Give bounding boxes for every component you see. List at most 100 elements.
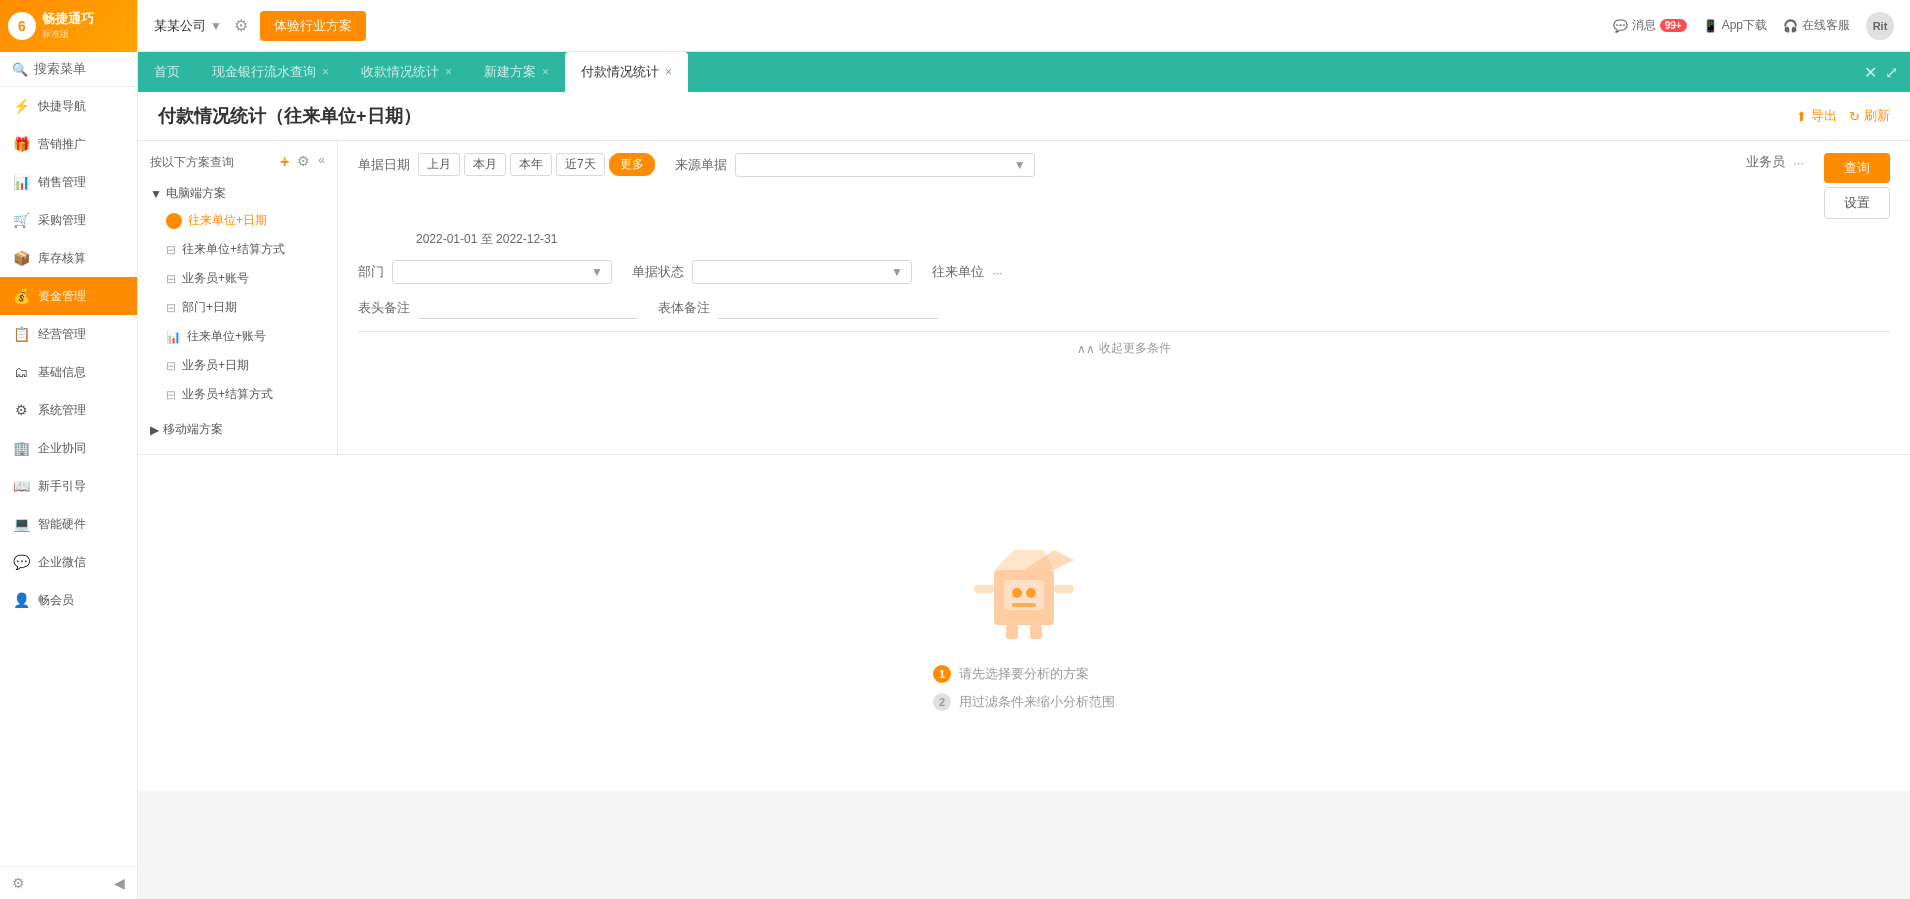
sidebar-item-sales[interactable]: 📊 销售管理 (0, 163, 137, 201)
scheme-item-dept-date[interactable]: ⊟ 部门+日期 (150, 293, 325, 322)
sidebar-item-label: 营销推广 (38, 136, 86, 153)
tab-close-all-icon[interactable]: ✕ (1864, 63, 1877, 82)
page-title: 付款情况统计（往来单位+日期） (158, 104, 421, 128)
scheme-add-button[interactable]: + (280, 153, 289, 171)
sidebar-item-marketing[interactable]: 🎁 营销推广 (0, 125, 137, 163)
scheme-item-unit-settlement[interactable]: ⊟ 往来单位+结算方式 (150, 235, 325, 264)
date-label: 单据日期 (358, 156, 410, 174)
trial-button[interactable]: 体验行业方案 (260, 11, 366, 41)
partner-ellipsis[interactable]: ··· (992, 265, 1003, 280)
sidebar-item-purchase[interactable]: 🛒 采购管理 (0, 201, 137, 239)
sidebar-item-operation[interactable]: 📋 经营管理 (0, 315, 137, 353)
scheme-item-staff-account[interactable]: ⊟ 业务员+账号 (150, 264, 325, 293)
footer-settings-button[interactable]: ⚙ (12, 875, 25, 891)
refresh-button[interactable]: ↻ 刷新 (1849, 107, 1890, 125)
sidebar-item-finance[interactable]: 💰 资金管理 (0, 277, 137, 315)
filter-right-panel: 单据日期 上月 本月 本年 近7天 更多 来源单据 (338, 141, 1910, 454)
tab-home-label: 首页 (154, 63, 180, 81)
desktop-arrow-icon: ▼ (150, 187, 162, 201)
scheme-settings-button[interactable]: ⚙ (297, 153, 310, 171)
tab-receipt-close-icon[interactable]: × (445, 65, 452, 79)
table-icon: ⊟ (166, 388, 176, 402)
app-title: 畅捷通巧 (42, 11, 94, 27)
empty-icon (964, 535, 1084, 645)
sidebar-item-label: 企业协同 (38, 440, 86, 457)
avatar[interactable]: Rit (1866, 12, 1894, 40)
footer-collapse-button[interactable]: ◀ (114, 875, 125, 891)
company-name: 某某公司 (154, 17, 206, 35)
dept-label: 部门 (358, 263, 384, 281)
partner-label: 往来单位 (932, 263, 984, 281)
tip-num-2: 2 (933, 693, 951, 711)
sidebar-item-inventory[interactable]: 📦 库存核算 (0, 239, 137, 277)
filter-settings-button[interactable]: 设置 (1824, 187, 1890, 219)
sidebar-item-label: 系统管理 (38, 402, 86, 419)
sidebar-item-label: 新手引导 (38, 478, 86, 495)
marketing-icon: 🎁 (12, 135, 30, 153)
tab-bank-close-icon[interactable]: × (322, 65, 329, 79)
scheme-item-unit-date[interactable]: 往来单位+日期 (150, 206, 325, 235)
date-btn-last-month[interactable]: 上月 (418, 153, 460, 176)
status-label: 单据状态 (632, 263, 684, 281)
table-icon: ⊟ (166, 272, 176, 286)
staff-ellipsis[interactable]: ··· (1793, 155, 1804, 170)
company-selector[interactable]: 某某公司 ▼ (154, 17, 222, 35)
date-btn-7days[interactable]: 近7天 (556, 153, 605, 176)
scheme-collapse-button[interactable]: « (318, 153, 325, 171)
topbar-settings-icon[interactable]: ⚙ (234, 16, 248, 35)
query-button[interactable]: 查询 (1824, 153, 1890, 183)
export-button[interactable]: ⬆ 导出 (1796, 107, 1837, 125)
date-btn-this-year[interactable]: 本年 (510, 153, 552, 176)
sidebar-header: 6 畅捷通巧 标准版 (0, 0, 137, 52)
sidebar-item-corp[interactable]: 🏢 企业协同 (0, 429, 137, 467)
sidebar-item-hardware[interactable]: 💻 智能硬件 (0, 505, 137, 543)
scheme-item-label: 往来单位+账号 (187, 328, 266, 345)
sidebar-item-wechat[interactable]: 💬 企业微信 (0, 543, 137, 581)
scheme-item-unit-account[interactable]: 📊 往来单位+账号 (150, 322, 325, 351)
mobile-section-toggle[interactable]: ▶ 移动端方案 (150, 417, 325, 442)
scheme-item-label: 往来单位+结算方式 (182, 241, 285, 258)
svg-rect-5 (1006, 625, 1018, 639)
scheme-item-label: 往来单位+日期 (188, 212, 267, 229)
sidebar-item-basic[interactable]: 🗂 基础信息 (0, 353, 137, 391)
tab-payment-close-icon[interactable]: × (665, 65, 672, 79)
tab-receipt[interactable]: 收款情况统计 × (345, 52, 468, 92)
status-select[interactable]: ▼ (692, 260, 912, 284)
date-range-display: 2022-01-01 至 2022-12-31 (416, 231, 1890, 248)
body-note-filter: 表体备注 (658, 296, 938, 319)
tab-home[interactable]: 首页 (138, 52, 196, 92)
scheme-item-staff-settlement[interactable]: ⊟ 业务员+结算方式 (150, 380, 325, 409)
sidebar-item-member[interactable]: 👤 畅会员 (0, 581, 137, 619)
desktop-scheme-section: ▼ 电脑端方案 往来单位+日期 ⊟ 往来单位+结算方式 ⊟ 业务员+账号 (150, 181, 325, 409)
header-note-input[interactable] (418, 296, 638, 319)
svg-rect-4 (1012, 603, 1036, 607)
dept-select[interactable]: ▼ (392, 260, 612, 284)
service-label: 在线客服 (1802, 17, 1850, 34)
online-service-button[interactable]: 🎧 在线客服 (1783, 17, 1850, 34)
desktop-section-toggle[interactable]: ▼ 电脑端方案 (150, 181, 325, 206)
app-download-button[interactable]: 📱 App下载 (1703, 17, 1767, 34)
tab-new[interactable]: 新建方案 × (468, 52, 565, 92)
sidebar-item-label: 智能硬件 (38, 516, 86, 533)
dept-filter: 部门 ▼ (358, 260, 612, 284)
date-btn-more[interactable]: 更多 (609, 153, 655, 176)
sidebar-item-shortcut[interactable]: ⚡ 快捷导航 (0, 87, 137, 125)
table-icon: ⊟ (166, 359, 176, 373)
filter-main-area: 按以下方案查询 + ⚙ « ▼ 电脑端方案 往来单位+日期 (138, 141, 1910, 455)
sidebar-item-label: 库存核算 (38, 250, 86, 267)
tab-payment[interactable]: 付款情况统计 × (565, 52, 688, 92)
tab-expand-icon[interactable]: ⤢ (1885, 63, 1898, 82)
sidebar-item-system[interactable]: ⚙ 系统管理 (0, 391, 137, 429)
body-note-input[interactable] (718, 296, 938, 319)
tab-bank[interactable]: 现金银行流水查询 × (196, 52, 345, 92)
messages-button[interactable]: 💬 消息 99+ (1613, 17, 1687, 34)
date-btn-this-month[interactable]: 本月 (464, 153, 506, 176)
scheme-item-staff-date[interactable]: ⊟ 业务员+日期 (150, 351, 325, 380)
collapse-more-button[interactable]: ∧∧ 收起更多条件 (358, 331, 1890, 365)
source-select[interactable]: ▼ (735, 153, 1035, 177)
tab-new-close-icon[interactable]: × (542, 65, 549, 79)
empty-illustration (964, 535, 1084, 645)
sidebar-item-guide[interactable]: 📖 新手引导 (0, 467, 137, 505)
search-menu[interactable]: 🔍 搜索菜单 (0, 52, 137, 87)
avatar-initials: Rit (1873, 20, 1888, 32)
